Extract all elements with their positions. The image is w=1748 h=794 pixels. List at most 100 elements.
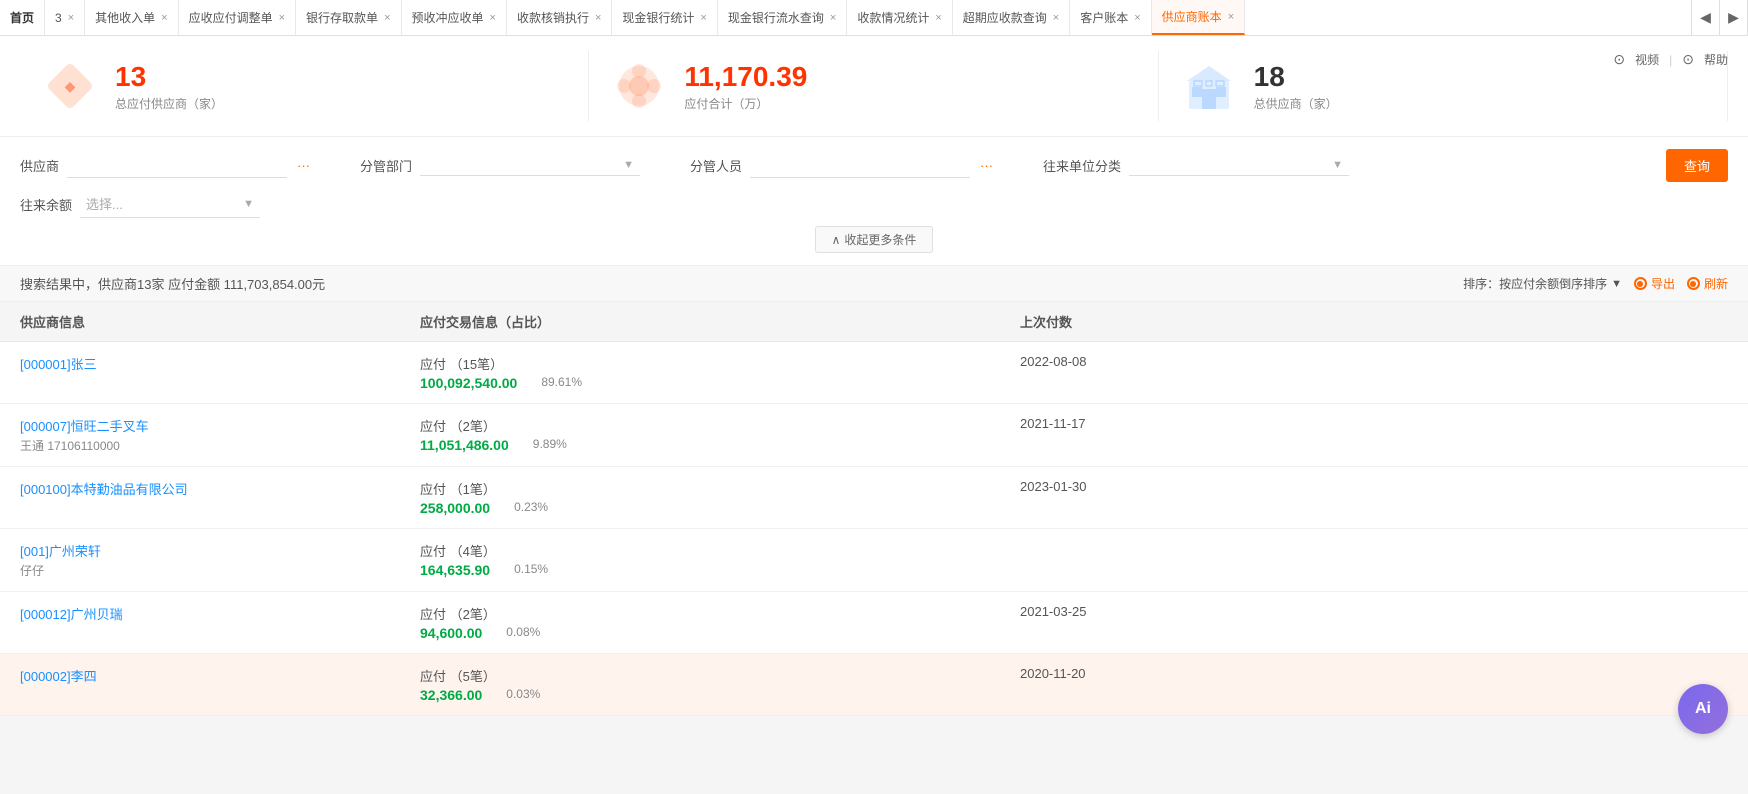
- data-table: 供应商信息 应付交易信息（占比） 上次付数 [000001]张三 应付 （15笔…: [0, 302, 1748, 716]
- close-collect-stat[interactable]: ×: [935, 12, 941, 24]
- tx-percent: 0.15%: [514, 562, 548, 576]
- supplier-link[interactable]: [000100]本特勤油品有限公司: [20, 482, 188, 497]
- tx-amount[interactable]: 32,366.00: [420, 687, 482, 703]
- supplier-link[interactable]: [001]广州荣轩: [20, 544, 101, 559]
- category-select[interactable]: ▼: [1129, 155, 1349, 176]
- summary-icon-3: [1179, 56, 1239, 116]
- supplier-link[interactable]: [000007]恒旺二手叉车: [20, 419, 149, 434]
- close-collect-exec[interactable]: ×: [595, 12, 601, 24]
- person-dots[interactable]: ···: [980, 158, 993, 173]
- summary-area: ◆ 13 总应付供应商（家） 11,170.39 应付合计（万）: [0, 36, 1748, 137]
- tx-amount[interactable]: 258,000.00: [420, 500, 490, 516]
- nav-tab-supplier-ledger[interactable]: 供应商账本 ×: [1152, 0, 1245, 35]
- nav-tab-other-income[interactable]: 其他收入单 ×: [85, 0, 178, 35]
- tx-percent: 89.61%: [541, 375, 582, 389]
- balance-select[interactable]: 选择... ▼: [80, 190, 260, 218]
- result-bar: 搜索结果中，供应商13家 应付金额 111,703,854.00元 排序：按应付…: [0, 266, 1748, 302]
- refresh-radio[interactable]: 刷新: [1687, 275, 1728, 292]
- top-nav: 首页 3 × 其他收入单 × 应收应付调整单 × 银行存取款单 × 预收冲应收单…: [0, 0, 1748, 36]
- nav-tab-cash-stat[interactable]: 现金银行统计 ×: [612, 0, 717, 35]
- diamond-icon: ◆: [45, 61, 95, 111]
- supplier-dots[interactable]: ···: [297, 158, 310, 173]
- collapse-row: ∧ 收起更多条件: [20, 226, 1728, 253]
- nav-tab-adjust[interactable]: 应收应付调整单 ×: [179, 0, 296, 35]
- total-suppliers-label: 总供应商（家）: [1254, 95, 1338, 112]
- table-row: [000007]恒旺二手叉车 王通 17106110000 应付 （2笔） 11…: [0, 404, 1748, 467]
- category-label: 往来单位分类: [1043, 156, 1121, 175]
- nav-tab-collect-stat[interactable]: 收款情况统计 ×: [847, 0, 952, 35]
- ai-button[interactable]: Ai: [1678, 684, 1728, 734]
- export-radio-icon: [1634, 277, 1647, 290]
- nav-tab-customer-ledger[interactable]: 客户账本 ×: [1070, 0, 1151, 35]
- close-adjust[interactable]: ×: [279, 12, 285, 24]
- summary-text-2: 11,170.39 应付合计（万）: [684, 61, 807, 112]
- nav-tab-cash-flow[interactable]: 现金银行流水查询 ×: [718, 0, 847, 35]
- tx-info: 应付 （15笔）: [420, 354, 1020, 373]
- tx-info: 应付 （2笔）: [420, 604, 1020, 623]
- transaction-cell: 应付 （4笔） 164,635.90 0.15%: [420, 541, 1020, 578]
- export-radio[interactable]: 导出: [1634, 275, 1675, 292]
- dept-label: 分管部门: [360, 156, 412, 175]
- balance-placeholder: 选择...: [86, 194, 243, 213]
- filter-row-1: 供应商 ··· 分管部门 ▼ 分管人员 ··· 往来单位分类 ▼: [20, 149, 1728, 182]
- customer-ledger-label: 客户账本: [1080, 9, 1128, 26]
- tx-amount-row: 100,092,540.00 89.61%: [420, 373, 1020, 391]
- summary-text-1: 13 总应付供应商（家）: [115, 61, 223, 112]
- tx-amount[interactable]: 11,051,486.00: [420, 437, 509, 453]
- close-cash-stat[interactable]: ×: [700, 12, 706, 24]
- transaction-cell: 应付 （1笔） 258,000.00 0.23%: [420, 479, 1020, 516]
- sort-label: 排序：按应付余额倒序排序: [1463, 275, 1607, 292]
- nav-tab-prepay[interactable]: 预收冲应收单 ×: [402, 0, 507, 35]
- close-supplier-ledger[interactable]: ×: [1228, 11, 1234, 23]
- sort-select[interactable]: 排序：按应付余额倒序排序 ▼: [1463, 275, 1622, 292]
- supplier-link[interactable]: [000012]广州贝瑞: [20, 607, 123, 622]
- tx-amount[interactable]: 94,600.00: [420, 625, 482, 641]
- nav-prev[interactable]: ◀: [1692, 0, 1720, 36]
- export-radio-inner: [1637, 281, 1643, 287]
- nav-tab-overdue[interactable]: 超期应收款查询 ×: [953, 0, 1070, 35]
- help-link[interactable]: 帮助: [1704, 51, 1728, 68]
- tx-percent: 0.23%: [514, 500, 548, 514]
- tx-type: 应付 （5笔）: [420, 669, 496, 684]
- collapse-button[interactable]: ∧ 收起更多条件: [815, 226, 934, 253]
- ai-label: Ai: [1695, 700, 1711, 718]
- supplier-cell: [001]广州荣轩 仔仔: [20, 541, 420, 579]
- close-other-income[interactable]: ×: [161, 12, 167, 24]
- table-row: [000001]张三 应付 （15笔） 100,092,540.00 89.61…: [0, 342, 1748, 404]
- tx-amount[interactable]: 164,635.90: [420, 562, 490, 578]
- supplier-input[interactable]: [67, 154, 287, 178]
- close-customer-ledger[interactable]: ×: [1134, 12, 1140, 24]
- supplier-cell: [000100]本特勤油品有限公司: [20, 479, 420, 498]
- circle-icon-2: ⊙: [1682, 51, 1694, 68]
- supplier-link[interactable]: [000001]张三: [20, 357, 97, 372]
- tx-type: 应付 （2笔）: [420, 607, 496, 622]
- person-input[interactable]: [750, 154, 970, 178]
- close-bank[interactable]: ×: [384, 12, 390, 24]
- shop-icon: [1184, 61, 1234, 111]
- close-prepay[interactable]: ×: [490, 12, 496, 24]
- close-cash-flow[interactable]: ×: [830, 12, 836, 24]
- nav-tab-3[interactable]: 3 ×: [45, 0, 85, 35]
- tx-type: 应付 （4笔）: [420, 544, 496, 559]
- nav-next[interactable]: ▶: [1720, 0, 1748, 36]
- nav-tab-collect-exec[interactable]: 收款核销执行 ×: [507, 0, 612, 35]
- lastpay-cell: 2021-03-25: [1020, 604, 1728, 619]
- supplier-cell: [000012]广州贝瑞: [20, 604, 420, 623]
- total-amount-label: 应付合计（万）: [684, 95, 807, 112]
- col-header-supplier: 供应商信息: [20, 312, 420, 331]
- close-overdue[interactable]: ×: [1053, 12, 1059, 24]
- tx-percent: 0.03%: [506, 687, 540, 701]
- table-row: [000002]李四 应付 （5笔） 32,366.00 0.03% 2020-…: [0, 654, 1748, 716]
- supplier-link[interactable]: [000002]李四: [20, 669, 97, 684]
- nav-tab-home[interactable]: 首页: [0, 0, 45, 35]
- query-button[interactable]: 查询: [1666, 149, 1728, 182]
- close-tab3[interactable]: ×: [68, 12, 74, 24]
- supplier-sub: 王通 17106110000: [20, 437, 420, 454]
- tx-amount[interactable]: 100,092,540.00: [420, 375, 517, 391]
- dept-select[interactable]: ▼: [420, 155, 640, 176]
- nav-tab-bank[interactable]: 银行存取款单 ×: [296, 0, 401, 35]
- video-link[interactable]: 视频: [1635, 51, 1659, 68]
- supplier-cell: [000001]张三: [20, 354, 420, 373]
- tx-type: 应付 （15笔）: [420, 357, 503, 372]
- category-dropdown-icon: ▼: [1332, 159, 1343, 171]
